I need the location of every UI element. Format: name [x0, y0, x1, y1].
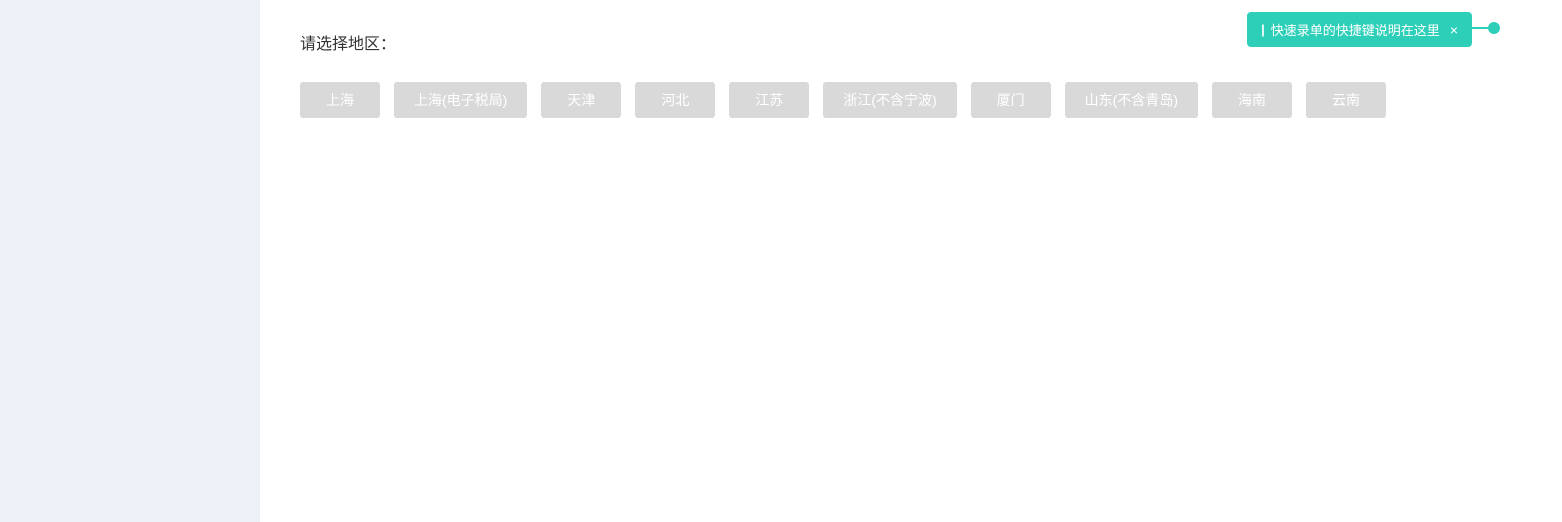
region-button-yunnan[interactable]: 云南 — [1306, 82, 1386, 118]
region-button-shandong[interactable]: 山东(不含青岛) — [1065, 82, 1198, 118]
region-button-zhejiang[interactable]: 浙江(不含宁波) — [823, 82, 956, 118]
sidebar — [0, 0, 260, 522]
tooltip-line — [1472, 27, 1488, 29]
region-button-xiamen[interactable]: 厦门 — [971, 82, 1051, 118]
region-buttons: 上海上海(电子税局) 天津河北江苏浙江(不含宁波) 厦门山东(不含青岛) 海南云南 — [300, 82, 1522, 118]
region-button-hebei[interactable]: 河北 — [635, 82, 715, 118]
region-button-jiangsu[interactable]: 江苏 — [729, 82, 809, 118]
region-button-shanghai-etax[interactable]: 上海(电子税局) — [394, 82, 527, 118]
main-content: 请选择地区： 上海上海(电子税局)天津河北江苏浙江(不含宁波)厦门山东(不含青岛… — [260, 0, 1562, 522]
tooltip-banner: 快速录单的快捷键说明在这里 × — [1247, 12, 1472, 47]
region-button-tianjin[interactable]: 天津 — [541, 82, 621, 118]
tooltip-close-button[interactable]: × — [1450, 22, 1458, 38]
tooltip-text: 快速录单的快捷键说明在这里 — [1271, 20, 1440, 39]
region-button-hainan[interactable]: 海南 — [1212, 82, 1292, 118]
tooltip-dot — [1488, 22, 1500, 34]
region-button-shanghai[interactable]: 上海 — [300, 82, 380, 118]
